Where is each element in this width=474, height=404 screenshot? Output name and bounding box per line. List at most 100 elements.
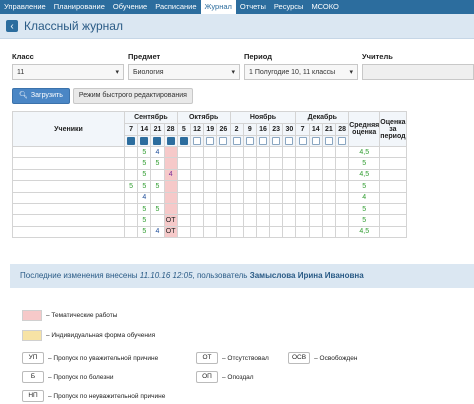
grade-cell[interactable]: [163, 157, 178, 170]
grade-cell[interactable]: [282, 157, 297, 170]
back-arrow-icon[interactable]: ‹: [6, 20, 18, 32]
grade-cell[interactable]: [189, 191, 205, 204]
grade-cell[interactable]: [216, 225, 231, 239]
subject-select[interactable]: Биология ▾: [128, 64, 240, 80]
nav-item[interactable]: Управление: [0, 0, 50, 14]
day-header[interactable]: 28: [163, 123, 178, 136]
grade-cell[interactable]: [189, 180, 205, 193]
day-header[interactable]: 21: [150, 123, 165, 136]
student-name-cell[interactable]: [12, 225, 125, 239]
grade-cell[interactable]: [334, 214, 350, 227]
grade-cell[interactable]: [282, 180, 297, 193]
grade-cell[interactable]: [150, 191, 165, 204]
day-header[interactable]: 14: [308, 123, 323, 136]
grade-cell[interactable]: 5: [137, 168, 152, 182]
grade-cell[interactable]: [308, 225, 323, 239]
grade-cell[interactable]: [203, 145, 218, 159]
grade-cell[interactable]: [334, 202, 350, 216]
day-header[interactable]: 26: [216, 123, 231, 136]
grade-cell[interactable]: [295, 202, 310, 216]
student-name-cell[interactable]: [12, 168, 125, 182]
grade-cell[interactable]: [282, 214, 297, 227]
grade-cell[interactable]: [176, 202, 191, 216]
grade-cell[interactable]: [242, 157, 257, 170]
grade-cell[interactable]: [295, 180, 310, 193]
grade-cell[interactable]: ОТ: [163, 225, 178, 239]
day-header[interactable]: 28: [334, 123, 350, 136]
grade-cell[interactable]: [176, 145, 191, 159]
grade-cell[interactable]: [163, 145, 178, 159]
grade-cell[interactable]: [163, 191, 178, 204]
period-grade-cell[interactable]: [379, 214, 407, 227]
lesson-checkbox[interactable]: [179, 137, 188, 145]
grade-cell[interactable]: [123, 202, 139, 216]
student-name-cell[interactable]: [12, 145, 125, 159]
nav-item[interactable]: Ресурсы: [270, 0, 308, 14]
grade-cell[interactable]: 4: [150, 225, 165, 239]
grade-cell[interactable]: [203, 225, 218, 239]
period-select[interactable]: 1 Полугодие 10, 11 классы ▾: [244, 64, 358, 80]
grade-cell[interactable]: [123, 191, 139, 204]
grade-cell[interactable]: 4: [137, 191, 152, 204]
grade-cell[interactable]: [229, 157, 244, 170]
day-header[interactable]: 23: [269, 123, 284, 136]
grade-cell[interactable]: 5: [137, 225, 152, 239]
day-header[interactable]: 2: [229, 123, 244, 136]
nav-item[interactable]: МСОКО: [307, 0, 342, 14]
nav-item[interactable]: Обучение: [109, 0, 151, 14]
grade-cell[interactable]: [150, 168, 165, 182]
grade-cell[interactable]: [123, 214, 139, 227]
nav-item[interactable]: Планирование: [50, 0, 109, 14]
lesson-checkbox[interactable]: [311, 137, 320, 145]
grade-cell[interactable]: [255, 180, 271, 193]
grade-cell[interactable]: [308, 191, 323, 204]
grade-cell[interactable]: [295, 191, 310, 204]
grade-cell[interactable]: [334, 225, 350, 239]
grade-cell[interactable]: [255, 168, 271, 182]
grade-cell[interactable]: [216, 191, 231, 204]
grade-cell[interactable]: [295, 168, 310, 182]
grade-cell[interactable]: [295, 157, 310, 170]
grade-cell[interactable]: [176, 191, 191, 204]
grade-cell[interactable]: [242, 180, 257, 193]
period-grade-header[interactable]: Оценка за период: [379, 111, 407, 147]
quick-edit-button[interactable]: Режим быстрого редактирования: [72, 88, 193, 104]
grade-cell[interactable]: [269, 168, 284, 182]
period-grade-cell[interactable]: [379, 157, 407, 170]
grade-cell[interactable]: [176, 157, 191, 170]
grade-cell[interactable]: [216, 180, 231, 193]
grade-cell[interactable]: [295, 225, 310, 239]
grade-cell[interactable]: ОТ: [163, 214, 178, 227]
grade-cell[interactable]: [242, 225, 257, 239]
period-grade-cell[interactable]: [379, 180, 407, 193]
grade-cell[interactable]: 5: [137, 145, 152, 159]
grade-cell[interactable]: [123, 157, 139, 170]
grade-cell[interactable]: [176, 214, 191, 227]
day-header[interactable]: 19: [203, 123, 218, 136]
grade-cell[interactable]: [269, 157, 284, 170]
grade-cell[interactable]: 5: [137, 180, 152, 193]
grade-cell[interactable]: [216, 168, 231, 182]
grade-cell[interactable]: [269, 225, 284, 239]
grade-cell[interactable]: [242, 202, 257, 216]
grade-cell[interactable]: [242, 191, 257, 204]
grade-cell[interactable]: 5: [137, 202, 152, 216]
grade-cell[interactable]: 5: [150, 157, 165, 170]
lesson-checkbox[interactable]: [285, 137, 294, 145]
grade-cell[interactable]: [295, 145, 310, 159]
grade-cell[interactable]: [123, 145, 139, 159]
grade-cell[interactable]: [229, 202, 244, 216]
grade-cell[interactable]: [216, 202, 231, 216]
grade-cell[interactable]: [216, 214, 231, 227]
grade-cell[interactable]: [282, 145, 297, 159]
student-name-cell[interactable]: [12, 191, 125, 204]
day-header[interactable]: 7: [123, 123, 139, 136]
nav-item[interactable]: Расписание: [151, 0, 200, 14]
grade-cell[interactable]: 4: [150, 145, 165, 159]
day-header[interactable]: 12: [189, 123, 205, 136]
grade-cell[interactable]: 5: [137, 157, 152, 170]
grade-cell[interactable]: [242, 145, 257, 159]
grade-cell[interactable]: [189, 145, 205, 159]
period-grade-cell[interactable]: [379, 191, 407, 204]
grade-cell[interactable]: [255, 191, 271, 204]
